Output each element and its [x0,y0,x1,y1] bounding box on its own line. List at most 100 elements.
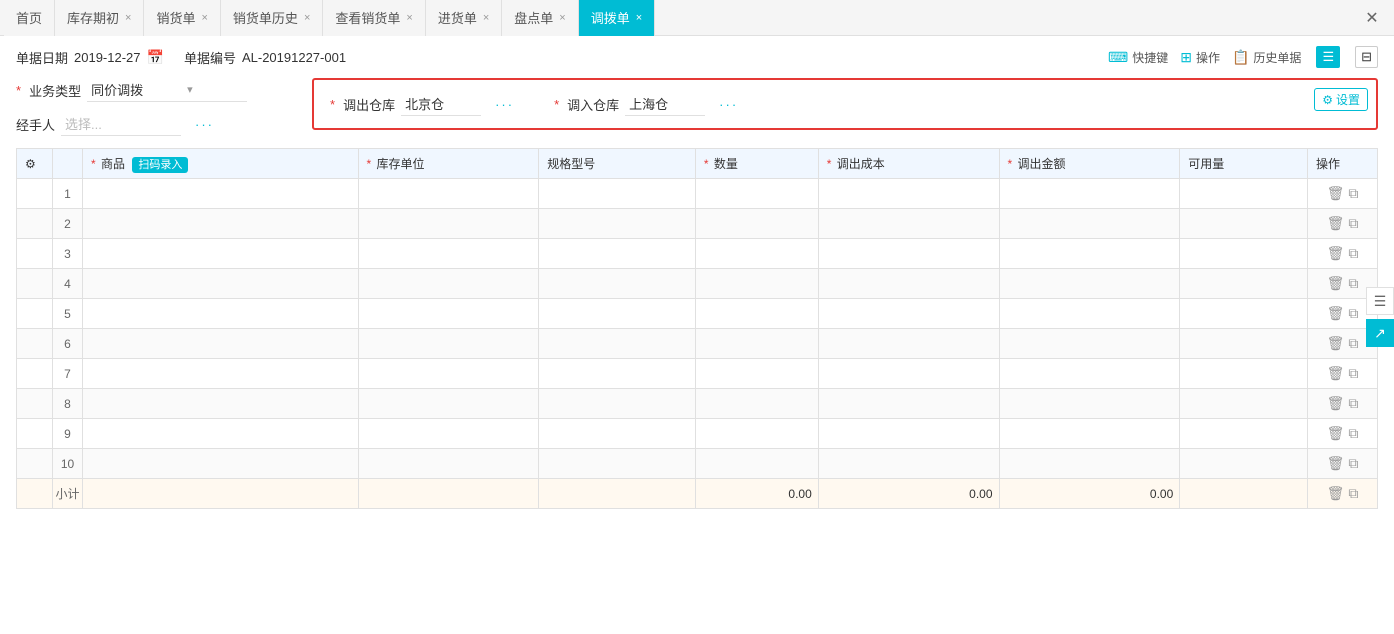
row-cost-cell[interactable] [818,359,999,389]
copy-row-icon[interactable]: ⧉ [1348,485,1358,502]
row-amount-cell[interactable] [999,299,1180,329]
delete-row-icon[interactable]: 🗑 [1327,365,1345,382]
delete-row-icon[interactable]: 🗑 [1327,485,1345,502]
row-quantity-cell[interactable] [695,449,818,479]
row-amount-cell[interactable] [999,419,1180,449]
tab-inventory-check[interactable]: 盘点单× [502,0,578,36]
row-cost-cell[interactable] [818,269,999,299]
copy-row-icon[interactable]: ⧉ [1348,215,1358,232]
row-spec-cell[interactable] [539,449,696,479]
history-button[interactable]: 📋 历史单据 [1232,49,1301,66]
delete-row-icon[interactable]: 🗑 [1327,425,1345,442]
row-spec-cell[interactable] [539,359,696,389]
delete-row-icon[interactable]: 🗑 [1327,215,1345,232]
row-unit-cell[interactable] [358,179,539,209]
out-warehouse-dots-button[interactable]: ··· [495,97,514,112]
row-product-cell[interactable] [83,359,359,389]
row-cost-cell[interactable]: 0.00 [818,479,999,509]
tab-view-sales[interactable]: 查看销货单× [323,0,425,36]
operation-button[interactable]: ⊞ 操作 [1180,49,1220,66]
row-product-cell[interactable] [83,179,359,209]
row-amount-cell[interactable] [999,269,1180,299]
row-unit-cell[interactable] [358,269,539,299]
row-cost-cell[interactable] [818,209,999,239]
row-cost-cell[interactable] [818,419,999,449]
tab-home[interactable]: 首页 [4,0,55,36]
row-product-cell[interactable] [83,209,359,239]
row-spec-cell[interactable] [539,329,696,359]
tab-close-view-sales[interactable]: × [406,12,412,24]
in-warehouse-value[interactable]: 上海仓 [625,92,705,116]
row-product-cell[interactable] [83,419,359,449]
row-spec-cell[interactable] [539,239,696,269]
copy-row-icon[interactable]: ⧉ [1348,365,1358,382]
row-quantity-cell[interactable] [695,179,818,209]
business-type-select[interactable]: 同价调拨 ▾ [87,78,247,102]
shortcut-button[interactable]: ⌨ 快捷键 [1108,49,1168,66]
tab-close-initial-inventory[interactable]: × [125,12,131,24]
row-amount-cell[interactable] [999,449,1180,479]
tab-close-sales-history[interactable]: × [304,12,310,24]
copy-row-icon[interactable]: ⧉ [1348,425,1358,442]
copy-row-icon[interactable]: ⧉ [1348,335,1358,352]
row-amount-cell[interactable] [999,329,1180,359]
person-dots-button[interactable]: ··· [195,117,214,132]
row-spec-cell[interactable] [539,209,696,239]
table-scroll-area[interactable]: ⚙ * 商品 扫码录入 * 库存单位 规格型号 * 数量 [16,148,1378,509]
row-cost-cell[interactable] [818,179,999,209]
out-warehouse-value[interactable]: 北京仓 [401,92,481,116]
row-quantity-cell[interactable] [695,299,818,329]
row-amount-cell[interactable]: 0.00 [999,479,1180,509]
tab-initial-inventory[interactable]: 库存期初× [55,0,144,36]
delete-row-icon[interactable]: 🗑 [1327,455,1345,472]
row-quantity-cell[interactable] [695,209,818,239]
float-list-button[interactable]: ☰ [1366,287,1394,315]
tab-close-inventory-check[interactable]: × [559,12,565,24]
th-gear[interactable]: ⚙ [17,149,53,179]
copy-row-icon[interactable]: ⧉ [1348,185,1358,202]
row-cost-cell[interactable] [818,329,999,359]
row-amount-cell[interactable] [999,179,1180,209]
row-spec-cell[interactable] [539,479,696,509]
row-amount-cell[interactable] [999,359,1180,389]
delete-row-icon[interactable]: 🗑 [1327,395,1345,412]
tab-transfer-order[interactable]: 调拨单× [579,0,655,36]
row-unit-cell[interactable] [358,209,539,239]
delete-row-icon[interactable]: 🗑 [1327,275,1345,292]
copy-row-icon[interactable]: ⧉ [1348,305,1358,322]
tab-purchase-order[interactable]: 进货单× [426,0,502,36]
delete-row-icon[interactable]: 🗑 [1327,245,1345,262]
tab-sales-history[interactable]: 销货单历史× [221,0,323,36]
copy-row-icon[interactable]: ⧉ [1348,395,1358,412]
row-cost-cell[interactable] [818,299,999,329]
row-quantity-cell[interactable] [695,239,818,269]
copy-row-icon[interactable]: ⧉ [1348,245,1358,262]
row-unit-cell[interactable] [358,239,539,269]
row-quantity-cell[interactable] [695,419,818,449]
row-product-cell[interactable] [83,299,359,329]
row-unit-cell[interactable] [358,419,539,449]
delete-row-icon[interactable]: 🗑 [1327,305,1345,322]
row-unit-cell[interactable] [358,299,539,329]
row-cost-cell[interactable] [818,449,999,479]
row-product-cell[interactable] [83,449,359,479]
row-product-cell[interactable] [83,239,359,269]
scan-btn[interactable]: 扫码录入 [132,157,188,173]
row-quantity-cell[interactable]: 0.00 [695,479,818,509]
row-unit-cell[interactable] [358,479,539,509]
tab-close-transfer-order[interactable]: × [636,12,642,24]
row-product-cell[interactable] [83,479,359,509]
tab-sales-order[interactable]: 销货单× [144,0,220,36]
row-unit-cell[interactable] [358,359,539,389]
row-cost-cell[interactable] [818,389,999,419]
row-spec-cell[interactable] [539,269,696,299]
row-quantity-cell[interactable] [695,329,818,359]
row-amount-cell[interactable] [999,389,1180,419]
tab-close-sales-order[interactable]: × [201,12,207,24]
row-cost-cell[interactable] [818,239,999,269]
person-select[interactable]: 选择... [61,112,181,136]
view-toggle-grid[interactable]: ⊟ [1355,46,1378,68]
float-external-button[interactable]: ↗ [1366,319,1394,347]
copy-row-icon[interactable]: ⧉ [1348,275,1358,292]
row-product-cell[interactable] [83,329,359,359]
